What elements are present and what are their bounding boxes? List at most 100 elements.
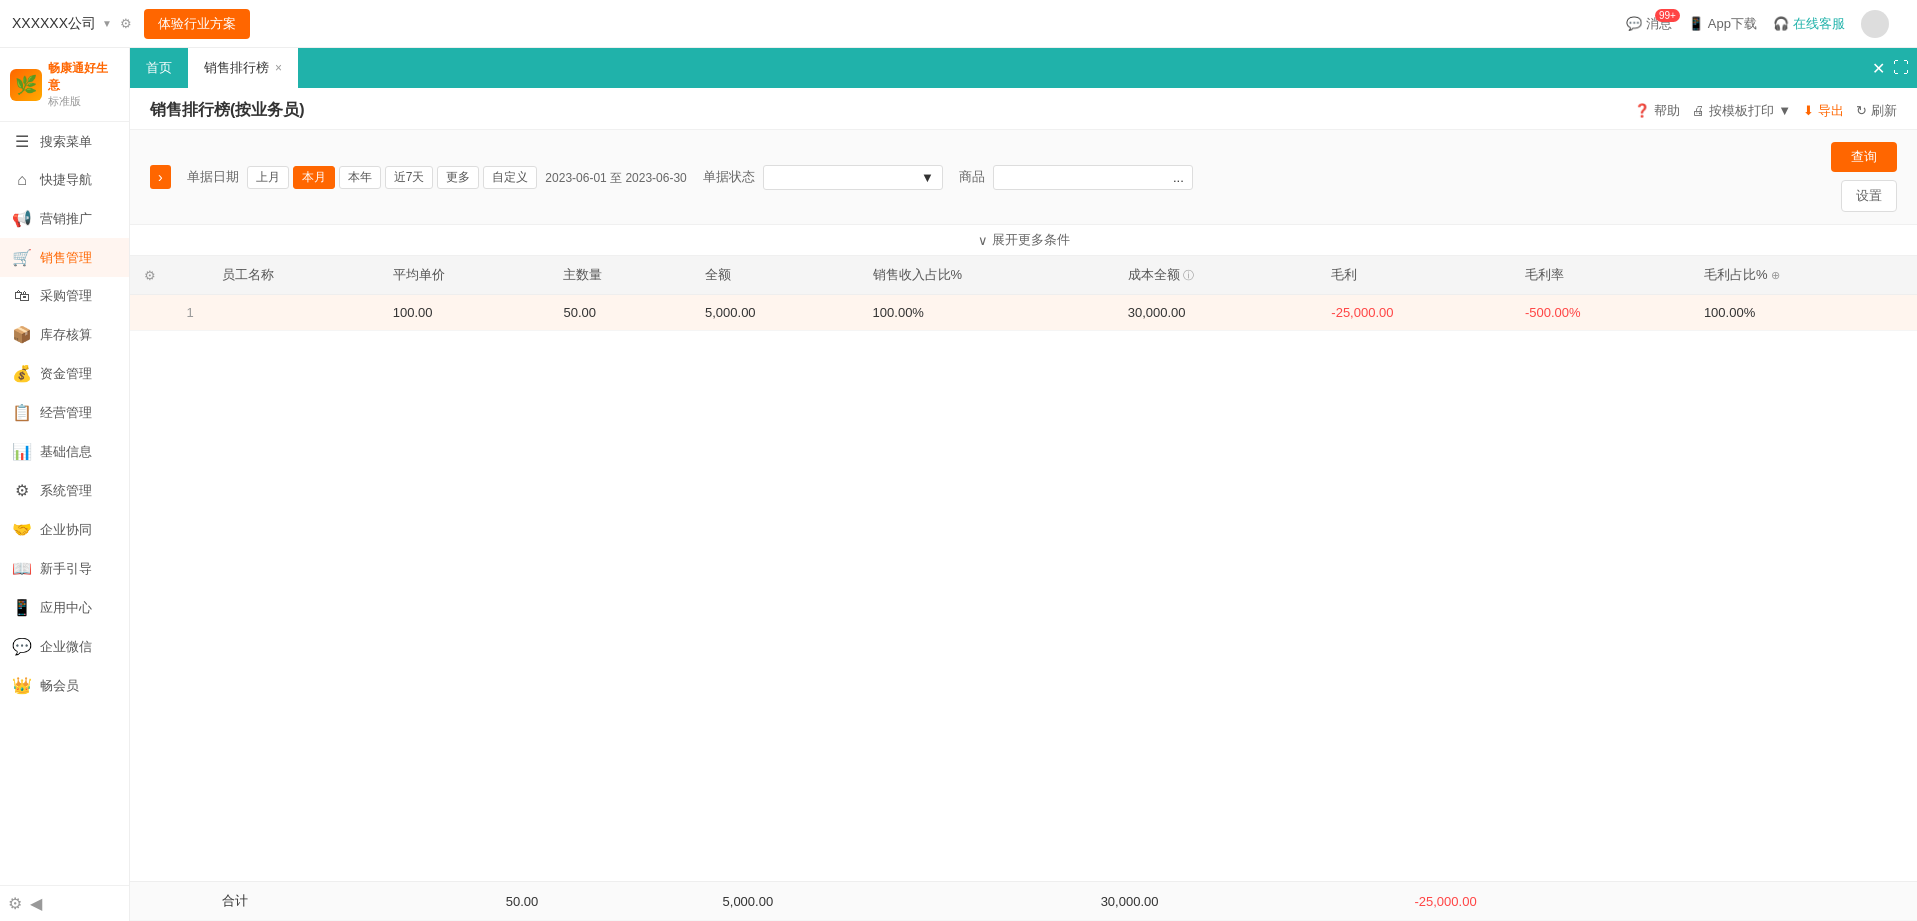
wechat-icon: 💬 (12, 637, 32, 656)
tab-sales-rank[interactable]: 销售排行榜 × (188, 48, 298, 88)
sidebar-item-marketing[interactable]: 📢 营销推广 (0, 199, 129, 238)
message-button[interactable]: 💬 消息 99+ (1626, 15, 1672, 33)
date-filter: 单据日期 上月 本月 本年 近7天 更多 自定义 2023-06-01 至 20… (187, 166, 687, 189)
goods-input[interactable] (1002, 170, 1173, 185)
more-dots[interactable]: ... (1173, 170, 1184, 185)
sidebar-item-beginner[interactable]: 📖 新手引导 (0, 549, 129, 588)
logo-text: 畅康通好生意 标准版 (48, 60, 119, 109)
sidebar-item-search[interactable]: ☰ 搜索菜单 (0, 122, 129, 161)
table-body: 1 100.00 50.00 5,000.00 100.00% 30,000.0… (130, 295, 1917, 331)
date-more-btn[interactable]: 更多 (437, 166, 479, 189)
table-col-cost: 成本全额 ⓘ (1116, 256, 1320, 295)
status-select-arrow: ▼ (921, 170, 934, 185)
sidebar-item-sales[interactable]: 🛒 销售管理 (0, 238, 129, 277)
goods-input-wrapper: ... (993, 165, 1193, 190)
tab-maximize-icon[interactable]: ⛶ (1893, 59, 1909, 77)
date-filter-label: 单据日期 (187, 168, 239, 186)
query-button[interactable]: 查询 (1831, 142, 1897, 172)
total-settings-col (130, 882, 170, 921)
row-gross: -25,000.00 (1319, 295, 1513, 331)
help-button[interactable]: ❓ 帮助 (1634, 102, 1680, 120)
sidebar-item-enterprise-collab[interactable]: 🤝 企业协同 (0, 510, 129, 549)
chevron-down-expand-icon: ∨ (978, 233, 988, 248)
sidebar-item-basic-info[interactable]: 📊 基础信息 (0, 432, 129, 471)
sidebar-item-enterprise-wechat[interactable]: 💬 企业微信 (0, 627, 129, 666)
set-button[interactable]: 设置 (1841, 180, 1897, 212)
filter-area: › 单据日期 上月 本月 本年 近7天 更多 自定义 (130, 130, 1917, 225)
message-icon: 💬 (1626, 16, 1642, 31)
date-range-buttons: 上月 本月 本年 近7天 更多 自定义 (247, 166, 538, 189)
total-rank-col (170, 882, 210, 921)
expand-more-button[interactable]: ∨ 展开更多条件 (978, 231, 1070, 249)
tab-home[interactable]: 首页 (130, 48, 188, 88)
goods-filter: 商品 ... (959, 165, 1193, 190)
data-table: ⚙ 员工名称 平均单价 主数量 全额 销售收入占比% 成本全额 ⓘ 毛利 毛利率 (130, 256, 1917, 331)
export-button[interactable]: ⬇ 导出 (1803, 102, 1844, 120)
sidebar-item-operations[interactable]: 📋 经营管理 (0, 393, 129, 432)
tab-close-window-icon[interactable]: ✕ (1872, 59, 1885, 78)
status-select[interactable]: ▼ (763, 165, 943, 190)
sidebar-item-finance[interactable]: 💰 资金管理 (0, 354, 129, 393)
total-gross-rate (1733, 882, 1825, 921)
sidebar-item-quick-nav[interactable]: ⌂ 快捷导航 (0, 161, 129, 199)
date-year-btn[interactable]: 本年 (339, 166, 381, 189)
print-dropdown-icon: ▼ (1778, 103, 1791, 118)
table-col-gross-rate: 毛利率 (1513, 256, 1692, 295)
row-amount: 5,000.00 (693, 295, 861, 331)
date-range-text: 2023-06-01 至 2023-06-30 (545, 170, 686, 187)
refresh-button[interactable]: ↻ 刷新 (1856, 102, 1897, 120)
marketing-icon: 📢 (12, 209, 32, 228)
table-col-settings[interactable]: ⚙ (130, 256, 170, 295)
status-filter: 单据状态 ▼ (703, 165, 943, 190)
sidebar-item-app-center[interactable]: 📱 应用中心 (0, 588, 129, 627)
tab-bar: 首页 销售排行榜 × ✕ ⛶ (130, 48, 1917, 88)
company-selector[interactable]: XXXXXX公司 ▼ (12, 15, 112, 33)
message-badge: 99+ (1655, 9, 1680, 22)
table-header-row: ⚙ 员工名称 平均单价 主数量 全额 销售收入占比% 成本全额 ⓘ 毛利 毛利率 (130, 256, 1917, 295)
table-col-amount: 全额 (693, 256, 861, 295)
tab-close-icon[interactable]: × (275, 61, 282, 75)
help-icon: ❓ (1634, 103, 1650, 118)
settings-bottom-icon[interactable]: ⚙ (8, 894, 22, 913)
date-7days-btn[interactable]: 近7天 (385, 166, 434, 189)
date-custom-btn[interactable]: 自定义 (483, 166, 537, 189)
date-current-month-btn[interactable]: 本月 (293, 166, 335, 189)
table-area: ⚙ 员工名称 平均单价 主数量 全额 销售收入占比% 成本全额 ⓘ 毛利 毛利率 (130, 256, 1917, 881)
home-icon: ⌂ (12, 171, 32, 189)
content-area: 首页 销售排行榜 × ✕ ⛶ 销售排行榜(按业务员) (130, 48, 1917, 921)
table-col-name: 员工名称 (210, 256, 381, 295)
system-icon: ⚙ (12, 481, 32, 500)
filter-collapse-button[interactable]: › (150, 165, 171, 189)
gross-pct-info-icon: ⊕ (1771, 269, 1780, 281)
enterprise-collab-icon: 🤝 (12, 520, 32, 539)
settings-gear-icon[interactable]: ⚙ (120, 16, 132, 31)
total-amount: 5,000.00 (711, 882, 997, 921)
date-prev-month-btn[interactable]: 上月 (247, 166, 289, 189)
online-service-button[interactable]: 🎧 在线客服 (1773, 15, 1845, 33)
trial-button[interactable]: 体验行业方案 (144, 9, 250, 39)
inventory-icon: 📦 (12, 325, 32, 344)
collapse-icon[interactable]: ◀ (30, 894, 42, 913)
sidebar-item-member[interactable]: 👑 畅会员 (0, 666, 129, 705)
member-icon: 👑 (12, 676, 32, 695)
search-menu-icon: ☰ (12, 132, 32, 151)
table-col-qty: 主数量 (551, 256, 693, 295)
row-gross-pct: 100.00% (1692, 295, 1917, 331)
sidebar-item-purchase[interactable]: 🛍 采购管理 (0, 277, 129, 315)
row-avg-price: 100.00 (381, 295, 552, 331)
row-qty: 50.00 (551, 295, 693, 331)
avatar[interactable] (1861, 10, 1889, 38)
total-row: 合计 50.00 5,000.00 30,000.00 -25,000.00 (130, 882, 1917, 921)
cost-info-icon: ⓘ (1183, 269, 1194, 281)
template-print-button[interactable]: 🖨 按模板打印 ▼ (1692, 102, 1791, 120)
logo-icon: 🌿 (10, 69, 42, 101)
sidebar-item-inventory[interactable]: 📦 库存核算 (0, 315, 129, 354)
row-settings[interactable] (130, 295, 170, 331)
table-col-avg-price: 平均单价 (381, 256, 552, 295)
app-download-button[interactable]: 📱 App下载 (1688, 15, 1757, 33)
beginner-icon: 📖 (12, 559, 32, 578)
top-bar: XXXXXX公司 ▼ ⚙ 体验行业方案 💬 消息 99+ 📱 App下载 🎧 在… (0, 0, 1917, 48)
sidebar-item-system[interactable]: ⚙ 系统管理 (0, 471, 129, 510)
home-tab-label: 首页 (146, 59, 172, 77)
sales-icon: 🛒 (12, 248, 32, 267)
